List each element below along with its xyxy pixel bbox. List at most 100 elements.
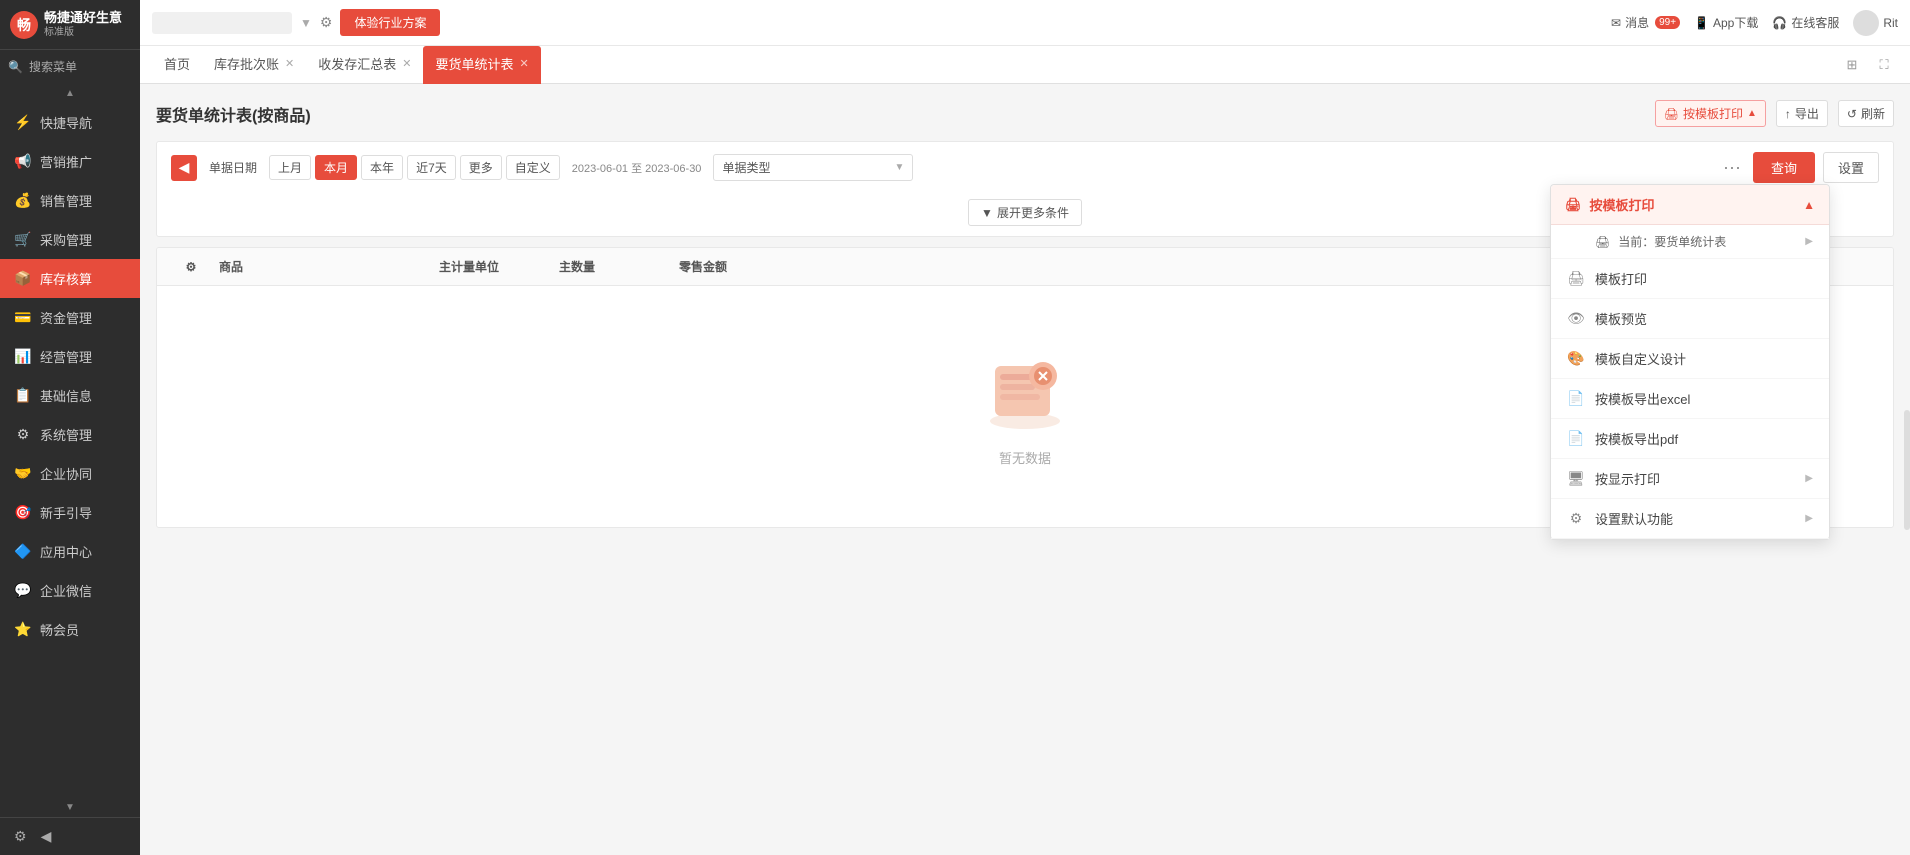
weixin-icon: 💬 [14,582,32,600]
collapse-icon[interactable]: ◀ [41,828,52,845]
sidebar-item-guide[interactable]: 🎯 新手引导 [0,493,140,532]
date-range-text: 2023-06-01 至 2023-06-30 [572,160,702,176]
member-icon: ⭐ [14,621,32,639]
dropdown-header[interactable]: 🖨 按模板打印 ▲ [1551,185,1829,225]
sidebar-item-member[interactable]: ⭐ 畅会员 [0,610,140,649]
filter-toggle-btn[interactable]: ◀ [171,155,197,181]
sidebar-scroll-down[interactable]: ▼ [0,797,140,817]
app-download-btn[interactable]: 📱 App下载 [1694,14,1758,31]
query-button[interactable]: 查询 [1753,152,1815,183]
topbar-right: ✉ 消息 99+ 📱 App下载 🎧 在线客服 Rit [1611,10,1898,36]
expand-more-btn[interactable]: ▼ 展开更多条件 [968,199,1082,226]
sidebar-scroll-up[interactable]: ▲ [0,83,140,103]
trial-button[interactable]: 体验行业方案 [340,9,440,36]
sidebar-item-purchase[interactable]: 🛒 采购管理 [0,220,140,259]
sidebar-item-weixin[interactable]: 💬 企业微信 [0,571,140,610]
logo-icon: 畅 [10,11,38,39]
sidebar-item-appstore[interactable]: 🔷 应用中心 [0,532,140,571]
operation-icon: 📊 [14,348,32,366]
dropdown-item-display-print[interactable]: 🖥 按显示打印 ▶ [1551,459,1829,499]
dropdown-header-arrow-icon: ▲ [1803,198,1815,212]
tab-home[interactable]: 首页 [152,46,202,84]
empty-illustration [975,346,1075,436]
main-area: ▼ ⚙ 体验行业方案 ✉ 消息 99+ 📱 App下载 🎧 在线客服 Rit [140,0,1910,855]
dropdown-item-template-design[interactable]: 🎨 模板自定义设计 [1551,339,1829,379]
phone-icon: 📱 [1694,16,1709,30]
sidebar-item-collab[interactable]: 🤝 企业协同 [0,454,140,493]
print-dropdown: 🖨 按模板打印 ▲ 🖨 当前：要货单统计表 ▶ 🖨 模板打印 👁 模板预览 [1550,184,1830,540]
order-type-select[interactable]: 单据类型 ▼ [713,154,913,181]
date-buttons: 上月 本月 本年 近7天 更多 自定义 [269,155,560,180]
col-unit: 主计量单位 [431,258,551,275]
sidebar-item-quick-nav[interactable]: ⚡ 快捷导航 [0,103,140,142]
date-label: 单据日期 [209,159,257,176]
sidebar-search[interactable]: 🔍 搜索菜单 [0,50,140,83]
sidebar-item-sales[interactable]: 💰 销售管理 [0,181,140,220]
user-menu[interactable]: Rit [1853,10,1898,36]
date-btn-current-year[interactable]: 本年 [361,155,403,180]
dropdown-current-item[interactable]: 🖨 当前：要货单统计表 ▶ [1551,225,1829,259]
tab-batch-account[interactable]: 库存批次账 ✕ [202,46,306,84]
sidebar-nav: ⚡ 快捷导航 📢 营销推广 💰 销售管理 🛒 采购管理 📦 库存核算 💳 资金管… [0,103,140,797]
sidebar-logo: 畅 畅捷通好生意 标准版 [0,0,140,50]
dropdown-item-set-default[interactable]: ⚙ 设置默认功能 ▶ [1551,499,1829,539]
sidebar-item-basic[interactable]: 📋 基础信息 [0,376,140,415]
display-print-arrow: ▶ [1805,473,1813,484]
export-pdf-icon: 📄 [1567,430,1585,447]
tab-fullscreen-btn[interactable]: ⛶ [1870,51,1898,79]
tab-close-batch[interactable]: ✕ [285,57,294,70]
page-actions: 🖨 按模板打印 ▲ ↑ 导出 ↺ 刷新 [1655,100,1894,127]
tab-expand-btn[interactable]: ⊞ [1838,51,1866,79]
marketing-icon: 📢 [14,153,32,171]
date-btn-prev-month[interactable]: 上月 [269,155,311,180]
sidebar-item-operation[interactable]: 📊 经营管理 [0,337,140,376]
messages-btn[interactable]: ✉ 消息 99+ [1611,14,1680,31]
arrow-up-icon: ▲ [1747,108,1757,119]
topbar: ▼ ⚙ 体验行业方案 ✉ 消息 99+ 📱 App下载 🎧 在线客服 Rit [140,0,1910,46]
dropdown-item-export-excel[interactable]: 📄 按模板导出excel [1551,379,1829,419]
content-area: 要货单统计表(按商品) 🖨 按模板打印 ▲ ↑ 导出 ↺ 刷新 [140,84,1910,855]
sidebar-item-finance[interactable]: 💳 资金管理 [0,298,140,337]
sales-icon: 💰 [14,192,32,210]
username-label: Rit [1883,16,1898,30]
finance-icon: 💳 [14,309,32,327]
topbar-gear-icon[interactable]: ⚙ [320,14,333,31]
dropdown-item-template-preview[interactable]: 👁 模板预览 [1551,299,1829,339]
tab-order-stats[interactable]: 要货单统计表 ✕ [423,46,540,84]
sidebar-item-inventory[interactable]: 📦 库存核算 [0,259,140,298]
current-print-icon: 🖨 [1595,235,1610,249]
sidebar-item-system[interactable]: ⚙ 系统管理 [0,415,140,454]
tab-close-order[interactable]: ✕ [520,57,529,70]
template-design-icon: 🎨 [1567,350,1585,367]
template-preview-icon: 👁 [1567,310,1585,327]
tab-close-receive[interactable]: ✕ [402,57,411,70]
date-btn-more[interactable]: 更多 [460,155,502,180]
more-dots-icon[interactable]: ··· [1719,157,1745,178]
empty-text: 暂无数据 [999,448,1051,467]
dropdown-item-export-pdf[interactable]: 📄 按模板导出pdf [1551,419,1829,459]
quick-nav-icon: ⚡ [14,114,32,132]
select-arrow-icon: ▼ [895,162,905,173]
date-btn-custom[interactable]: 自定义 [506,155,560,180]
guide-icon: 🎯 [14,504,32,522]
settings-button[interactable]: 设置 [1823,152,1879,183]
col-qty: 主数量 [551,258,671,275]
col-product: 商品 [211,258,431,275]
right-scrollbar[interactable] [1904,410,1910,530]
refresh-btn[interactable]: ↺ 刷新 [1838,100,1894,127]
topbar-dropdown-arrow[interactable]: ▼ [300,16,312,30]
export-btn[interactable]: ↑ 导出 [1776,100,1828,127]
refresh-icon: ↺ [1847,107,1857,121]
topbar-search-input[interactable] [152,12,292,34]
col-settings[interactable]: ⚙ [171,260,211,274]
tab-receive-summary[interactable]: 收发存汇总表 ✕ [306,46,423,84]
settings-icon[interactable]: ⚙ [14,828,27,845]
purchase-icon: 🛒 [14,231,32,249]
date-btn-current-month[interactable]: 本月 [315,155,357,180]
sidebar-item-marketing[interactable]: 📢 营销推广 [0,142,140,181]
sidebar-footer: ⚙ ◀ [0,817,140,855]
date-btn-last7[interactable]: 近7天 [407,155,456,180]
print-template-btn[interactable]: 🖨 按模板打印 ▲ [1655,100,1766,127]
dropdown-item-template-print[interactable]: 🖨 模板打印 [1551,259,1829,299]
online-service-btn[interactable]: 🎧 在线客服 [1772,14,1839,31]
